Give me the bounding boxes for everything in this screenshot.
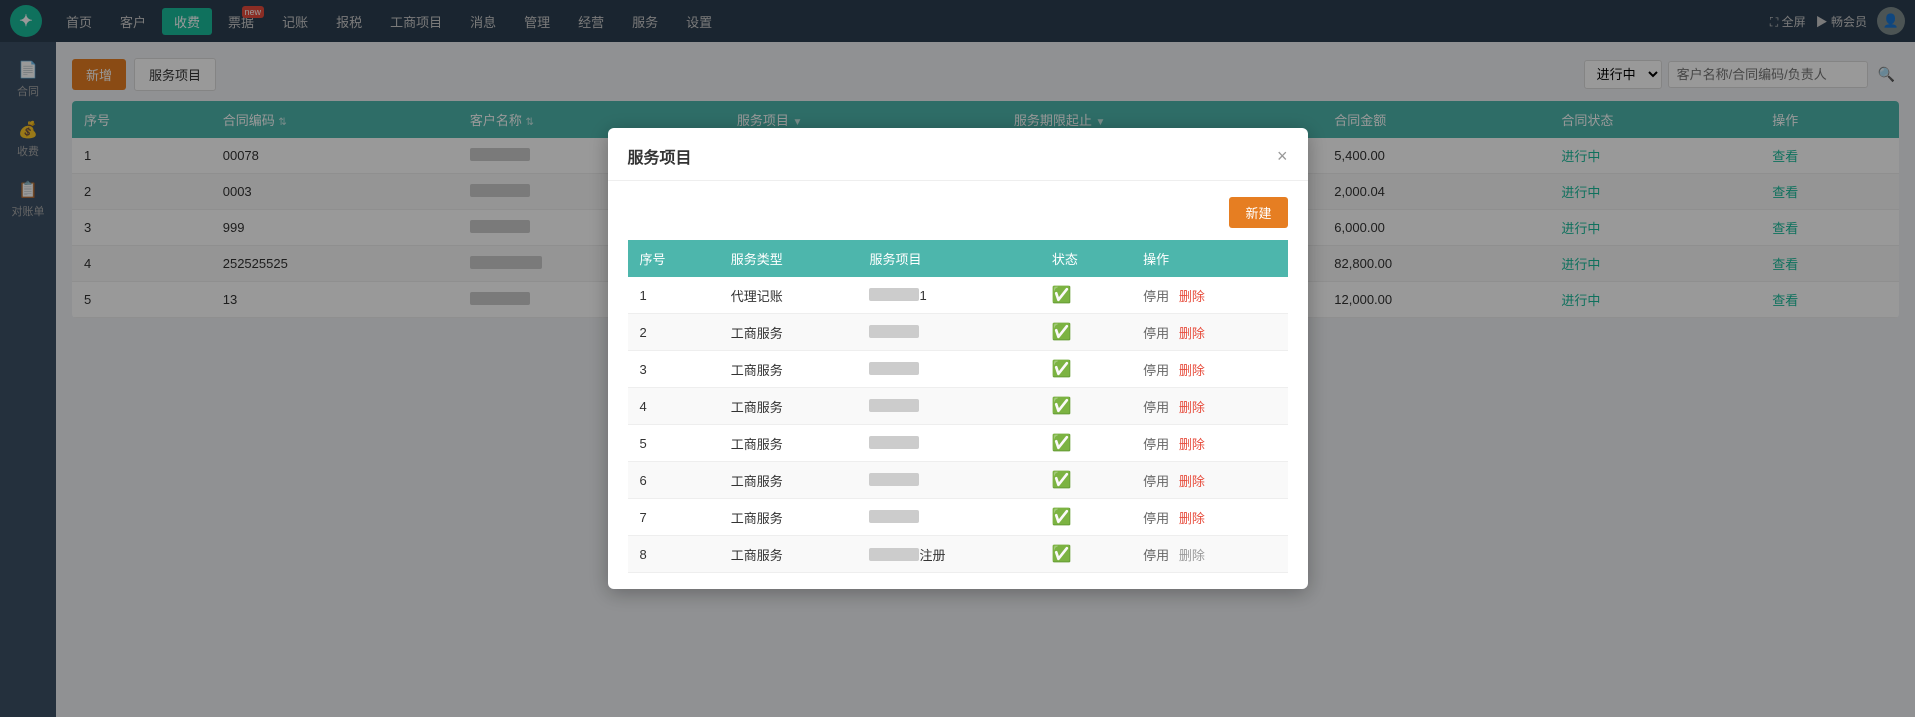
status-check-icon: ✅	[1052, 472, 1072, 489]
delete-button[interactable]: 删除	[1179, 508, 1205, 527]
delete-button[interactable]: 删除	[1179, 286, 1205, 305]
mcell-item	[857, 351, 1039, 388]
disable-button[interactable]: 停用	[1143, 360, 1169, 379]
disable-button[interactable]: 停用	[1143, 508, 1169, 527]
modal-toolbar: 新建	[628, 197, 1288, 228]
mcol-action: 操作	[1131, 240, 1287, 277]
mcol-type: 服务类型	[719, 240, 858, 277]
delete-button[interactable]: 删除	[1179, 545, 1205, 564]
new-service-button[interactable]: 新建	[1229, 197, 1287, 228]
disable-button[interactable]: 停用	[1143, 434, 1169, 453]
mcell-seq: 6	[628, 462, 719, 499]
service-item-text	[869, 510, 919, 523]
mcell-seq: 8	[628, 536, 719, 573]
modal-title: 服务项目	[628, 144, 692, 168]
disable-button[interactable]: 停用	[1143, 286, 1169, 305]
service-table-row: 7 工商服务 ✅ 停用 删除	[628, 499, 1288, 536]
mcell-action: 停用 删除	[1131, 351, 1287, 388]
mcell-action: 停用 删除	[1131, 462, 1287, 499]
mcell-action: 停用 删除	[1131, 425, 1287, 462]
service-item-text	[869, 288, 919, 301]
mcell-type: 工商服务	[719, 499, 858, 536]
status-check-icon: ✅	[1052, 324, 1072, 341]
modal-header: 服务项目 ×	[608, 128, 1308, 181]
mcell-status: ✅	[1040, 351, 1131, 388]
service-table-row: 6 工商服务 ✅ 停用 删除	[628, 462, 1288, 499]
mcell-status: ✅	[1040, 314, 1131, 351]
service-table-row: 4 工商服务 ✅ 停用 删除	[628, 388, 1288, 425]
mcell-item	[857, 314, 1039, 351]
service-modal: 服务项目 × 新建 序号 服务类型 服务项目 状态 操作 1	[608, 128, 1308, 589]
mcell-action: 停用 删除	[1131, 499, 1287, 536]
service-table-row: 5 工商服务 ✅ 停用 删除	[628, 425, 1288, 462]
modal-body: 新建 序号 服务类型 服务项目 状态 操作 1 代理记账 1 ✅	[608, 181, 1308, 589]
delete-button[interactable]: 删除	[1179, 397, 1205, 416]
mcell-action: 停用 删除	[1131, 388, 1287, 425]
mcell-type: 工商服务	[719, 351, 858, 388]
service-item-text	[869, 399, 919, 412]
service-table-row: 3 工商服务 ✅ 停用 删除	[628, 351, 1288, 388]
delete-button[interactable]: 删除	[1179, 360, 1205, 379]
mcell-item	[857, 462, 1039, 499]
modal-overlay[interactable]: 服务项目 × 新建 序号 服务类型 服务项目 状态 操作 1	[0, 0, 1915, 717]
mcell-status: ✅	[1040, 388, 1131, 425]
mcell-action: 停用 删除	[1131, 314, 1287, 351]
mcell-seq: 4	[628, 388, 719, 425]
mcell-item	[857, 388, 1039, 425]
service-table: 序号 服务类型 服务项目 状态 操作 1 代理记账 1 ✅ 停用 删除 2 工商…	[628, 240, 1288, 573]
mcell-type: 工商服务	[719, 388, 858, 425]
mcell-seq: 3	[628, 351, 719, 388]
status-check-icon: ✅	[1052, 435, 1072, 452]
mcell-seq: 2	[628, 314, 719, 351]
mcell-type: 工商服务	[719, 425, 858, 462]
service-item-text	[869, 548, 919, 561]
service-item-text	[869, 325, 919, 338]
mcell-item: 1	[857, 277, 1039, 314]
mcell-action: 停用 删除	[1131, 277, 1287, 314]
status-check-icon: ✅	[1052, 546, 1072, 563]
service-item-text	[869, 473, 919, 486]
modal-close-button[interactable]: ×	[1277, 147, 1288, 165]
mcell-status: ✅	[1040, 499, 1131, 536]
mcell-status: ✅	[1040, 425, 1131, 462]
mcol-status: 状态	[1040, 240, 1131, 277]
disable-button[interactable]: 停用	[1143, 471, 1169, 490]
service-item-text	[869, 436, 919, 449]
status-check-icon: ✅	[1052, 398, 1072, 415]
mcell-type: 工商服务	[719, 462, 858, 499]
service-table-row: 2 工商服务 ✅ 停用 删除	[628, 314, 1288, 351]
mcell-type: 工商服务	[719, 314, 858, 351]
status-check-icon: ✅	[1052, 509, 1072, 526]
status-check-icon: ✅	[1052, 287, 1072, 304]
mcell-type: 代理记账	[719, 277, 858, 314]
mcell-status: ✅	[1040, 536, 1131, 573]
disable-button[interactable]: 停用	[1143, 545, 1169, 564]
delete-button[interactable]: 删除	[1179, 323, 1205, 342]
mcell-status: ✅	[1040, 277, 1131, 314]
mcol-item: 服务项目	[857, 240, 1039, 277]
mcell-action: 停用 删除	[1131, 536, 1287, 573]
mcell-item	[857, 425, 1039, 462]
mcell-status: ✅	[1040, 462, 1131, 499]
disable-button[interactable]: 停用	[1143, 397, 1169, 416]
status-check-icon: ✅	[1052, 361, 1072, 378]
mcell-type: 工商服务	[719, 536, 858, 573]
mcell-seq: 5	[628, 425, 719, 462]
service-table-header: 序号 服务类型 服务项目 状态 操作	[628, 240, 1288, 277]
mcell-item	[857, 499, 1039, 536]
delete-button[interactable]: 删除	[1179, 471, 1205, 490]
service-table-row: 8 工商服务 注册 ✅ 停用 删除	[628, 536, 1288, 573]
service-table-row: 1 代理记账 1 ✅ 停用 删除	[628, 277, 1288, 314]
mcell-seq: 1	[628, 277, 719, 314]
mcell-item: 注册	[857, 536, 1039, 573]
service-item-text	[869, 362, 919, 375]
mcell-seq: 7	[628, 499, 719, 536]
mcol-seq: 序号	[628, 240, 719, 277]
disable-button[interactable]: 停用	[1143, 323, 1169, 342]
delete-button[interactable]: 删除	[1179, 434, 1205, 453]
